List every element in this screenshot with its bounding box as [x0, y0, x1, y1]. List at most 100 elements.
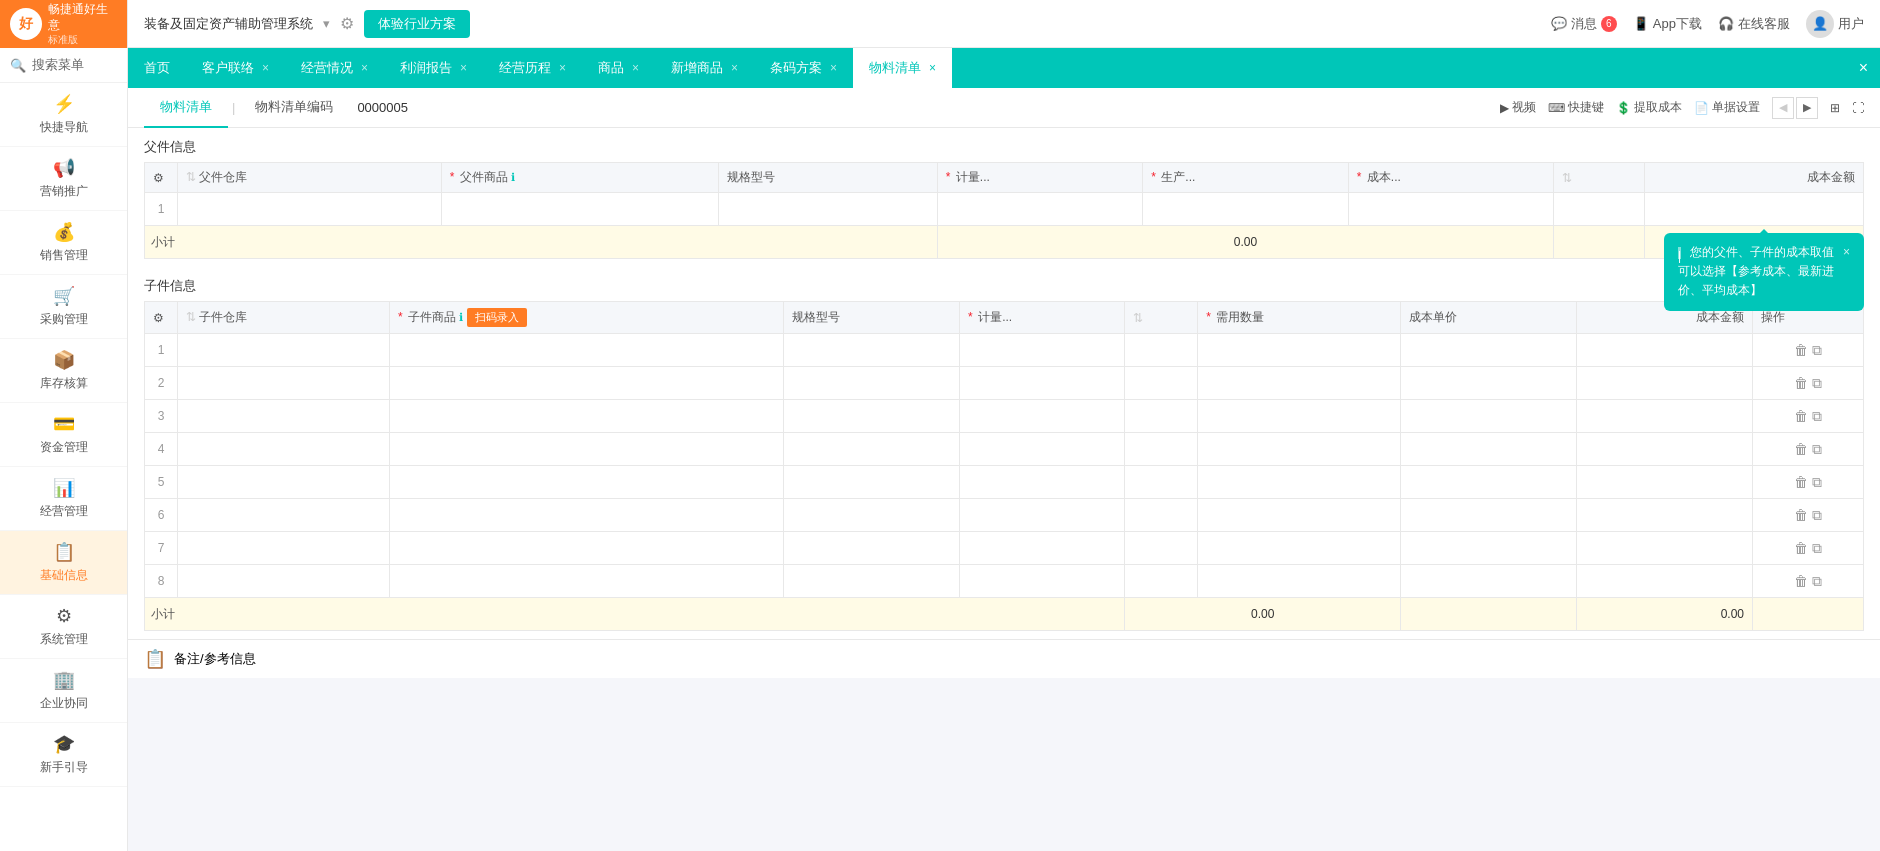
- child-row2-unit-price[interactable]: [1401, 367, 1577, 400]
- child-row1-warehouse[interactable]: [178, 334, 390, 367]
- copy-row5-icon[interactable]: ⧉: [1812, 474, 1822, 491]
- tab-profit[interactable]: 利润报告 ×: [384, 48, 483, 88]
- subtabs-bar: 物料清单 | 物料清单编码 0000005 ▶ 视频 ⌨ 快捷键: [128, 88, 1880, 128]
- sidebar-item-quick-nav[interactable]: ⚡ 快捷导航: [0, 83, 127, 147]
- sidebar-item-system[interactable]: ⚙ 系统管理: [0, 595, 127, 659]
- copy-row6-icon[interactable]: ⧉: [1812, 507, 1822, 524]
- user-menu[interactable]: 👤 用户: [1806, 10, 1864, 38]
- child-row2-extra[interactable]: [1125, 367, 1198, 400]
- delete-row2-icon[interactable]: 🗑: [1794, 375, 1808, 391]
- view-toggle-button[interactable]: ⊞: [1830, 101, 1840, 115]
- parent-row-cost-amount-cell[interactable]: [1645, 193, 1864, 226]
- tab-new-goods-close[interactable]: ×: [731, 61, 738, 75]
- sidebar-item-operation[interactable]: 📊 经营管理: [0, 467, 127, 531]
- delete-row8-icon[interactable]: 🗑: [1794, 573, 1808, 589]
- sidebar-item-purchase[interactable]: 🛒 采购管理: [0, 275, 127, 339]
- child-row1-cost-amount[interactable]: [1577, 334, 1753, 367]
- child-row1-goods[interactable]: [389, 334, 783, 367]
- next-record-button[interactable]: ▶: [1796, 97, 1818, 119]
- child-gear-icon[interactable]: ⚙: [153, 311, 164, 325]
- parent-goods-info-icon[interactable]: ℹ: [511, 171, 515, 183]
- sidebar-item-search[interactable]: 🔍 搜索菜单: [0, 48, 127, 83]
- child-row2-spec[interactable]: [784, 367, 960, 400]
- child-row2-goods[interactable]: [389, 367, 783, 400]
- app-download-button[interactable]: 📱 App下载: [1633, 15, 1702, 33]
- prev-record-button[interactable]: ◀: [1772, 97, 1794, 119]
- extract-cost-button[interactable]: 💲 提取成本: [1616, 99, 1682, 116]
- tab-operation-close[interactable]: ×: [361, 61, 368, 75]
- tab-goods-close[interactable]: ×: [632, 61, 639, 75]
- delete-row5-icon[interactable]: 🗑: [1794, 474, 1808, 490]
- sidebar-item-finance[interactable]: 💳 资金管理: [0, 403, 127, 467]
- child-row6-num: 6: [145, 499, 178, 532]
- sidebar-item-sales[interactable]: 💰 销售管理: [0, 211, 127, 275]
- child-row1-unit[interactable]: [960, 334, 1125, 367]
- delete-row1-icon[interactable]: 🗑: [1794, 342, 1808, 358]
- parent-row-extra-cell[interactable]: [1554, 193, 1645, 226]
- child-row2-unit[interactable]: [960, 367, 1125, 400]
- copy-row8-icon[interactable]: ⧉: [1812, 573, 1822, 590]
- expand-button[interactable]: ⛶: [1852, 101, 1864, 115]
- child-row3-actions: 🗑 ⧉: [1753, 400, 1864, 433]
- delete-row6-icon[interactable]: 🗑: [1794, 507, 1808, 523]
- delete-row4-icon[interactable]: 🗑: [1794, 441, 1808, 457]
- sidebar-item-marketing[interactable]: 📢 营销推广: [0, 147, 127, 211]
- parent-row-warehouse-cell[interactable]: [178, 193, 442, 226]
- tab-profit-close[interactable]: ×: [460, 61, 467, 75]
- delete-row3-icon[interactable]: 🗑: [1794, 408, 1808, 424]
- child-row2-warehouse[interactable]: [178, 367, 390, 400]
- copy-row2-icon[interactable]: ⧉: [1812, 375, 1822, 392]
- tab-bom-close[interactable]: ×: [929, 61, 936, 75]
- copy-row1-icon[interactable]: ⧉: [1812, 342, 1822, 359]
- keyboard-icon: ⌨: [1548, 101, 1565, 115]
- tab-customer[interactable]: 客户联络 ×: [186, 48, 285, 88]
- single-setting-button[interactable]: 📄 单据设置: [1694, 99, 1760, 116]
- child-row1-extra[interactable]: [1125, 334, 1198, 367]
- child-row2-actions: 🗑 ⧉: [1753, 367, 1864, 400]
- child-row2-qty[interactable]: [1198, 367, 1401, 400]
- message-icon: 💬: [1551, 16, 1567, 31]
- copy-row4-icon[interactable]: ⧉: [1812, 441, 1822, 458]
- scan-input-button[interactable]: 扫码录入: [467, 308, 527, 327]
- child-row1-qty[interactable]: [1198, 334, 1401, 367]
- child-goods-info-icon[interactable]: ℹ: [459, 311, 463, 323]
- tab-customer-close[interactable]: ×: [262, 61, 269, 75]
- tab-barcode-close[interactable]: ×: [830, 61, 837, 75]
- settings-gear-icon[interactable]: ⚙: [340, 14, 354, 33]
- subtab-bom-list[interactable]: 物料清单: [144, 88, 228, 128]
- parent-row-unit-cell[interactable]: [937, 193, 1142, 226]
- tab-new-goods[interactable]: 新增商品 ×: [655, 48, 754, 88]
- message-button[interactable]: 💬 消息 6: [1551, 15, 1617, 33]
- tab-home[interactable]: 首页: [128, 48, 186, 88]
- view-video-button[interactable]: ▶ 视频: [1500, 99, 1536, 116]
- shortcut-button[interactable]: ⌨ 快捷键: [1548, 99, 1604, 116]
- child-row1-unit-price[interactable]: [1401, 334, 1577, 367]
- tooltip-close-button[interactable]: ×: [1843, 243, 1850, 262]
- tab-barcode[interactable]: 条码方案 ×: [754, 48, 853, 88]
- sidebar-item-basic-info[interactable]: 📋 基础信息: [0, 531, 127, 595]
- delete-row7-icon[interactable]: 🗑: [1794, 540, 1808, 556]
- parent-row-goods-cell[interactable]: [441, 193, 718, 226]
- sidebar-item-enterprise[interactable]: 🏢 企业协同: [0, 659, 127, 723]
- tab-operation[interactable]: 经营情况 ×: [285, 48, 384, 88]
- child-row2-cost-amount[interactable]: [1577, 367, 1753, 400]
- logo-icon: 好: [10, 8, 42, 40]
- system-dropdown-arrow[interactable]: ▾: [323, 16, 330, 31]
- parent-row-production-cell[interactable]: [1143, 193, 1348, 226]
- tab-goods[interactable]: 商品 ×: [582, 48, 655, 88]
- copy-row3-icon[interactable]: ⧉: [1812, 408, 1822, 425]
- parent-row-spec-cell[interactable]: [719, 193, 938, 226]
- tab-bom[interactable]: 物料清单 ×: [853, 48, 952, 88]
- tab-history-close[interactable]: ×: [559, 61, 566, 75]
- copy-row7-icon[interactable]: ⧉: [1812, 540, 1822, 557]
- gear-settings-icon[interactable]: ⚙: [153, 171, 164, 185]
- sidebar-item-inventory[interactable]: 📦 库存核算: [0, 339, 127, 403]
- parent-row-cost-cell[interactable]: [1348, 193, 1553, 226]
- online-service-button[interactable]: 🎧 在线客服: [1718, 15, 1790, 33]
- child-row1-spec[interactable]: [784, 334, 960, 367]
- sidebar-item-guide[interactable]: 🎓 新手引导: [0, 723, 127, 787]
- close-all-tabs[interactable]: ×: [1847, 48, 1880, 88]
- subtab-bom-code[interactable]: 物料清单编码: [239, 88, 349, 128]
- trial-button[interactable]: 体验行业方案: [364, 10, 470, 38]
- tab-history[interactable]: 经营历程 ×: [483, 48, 582, 88]
